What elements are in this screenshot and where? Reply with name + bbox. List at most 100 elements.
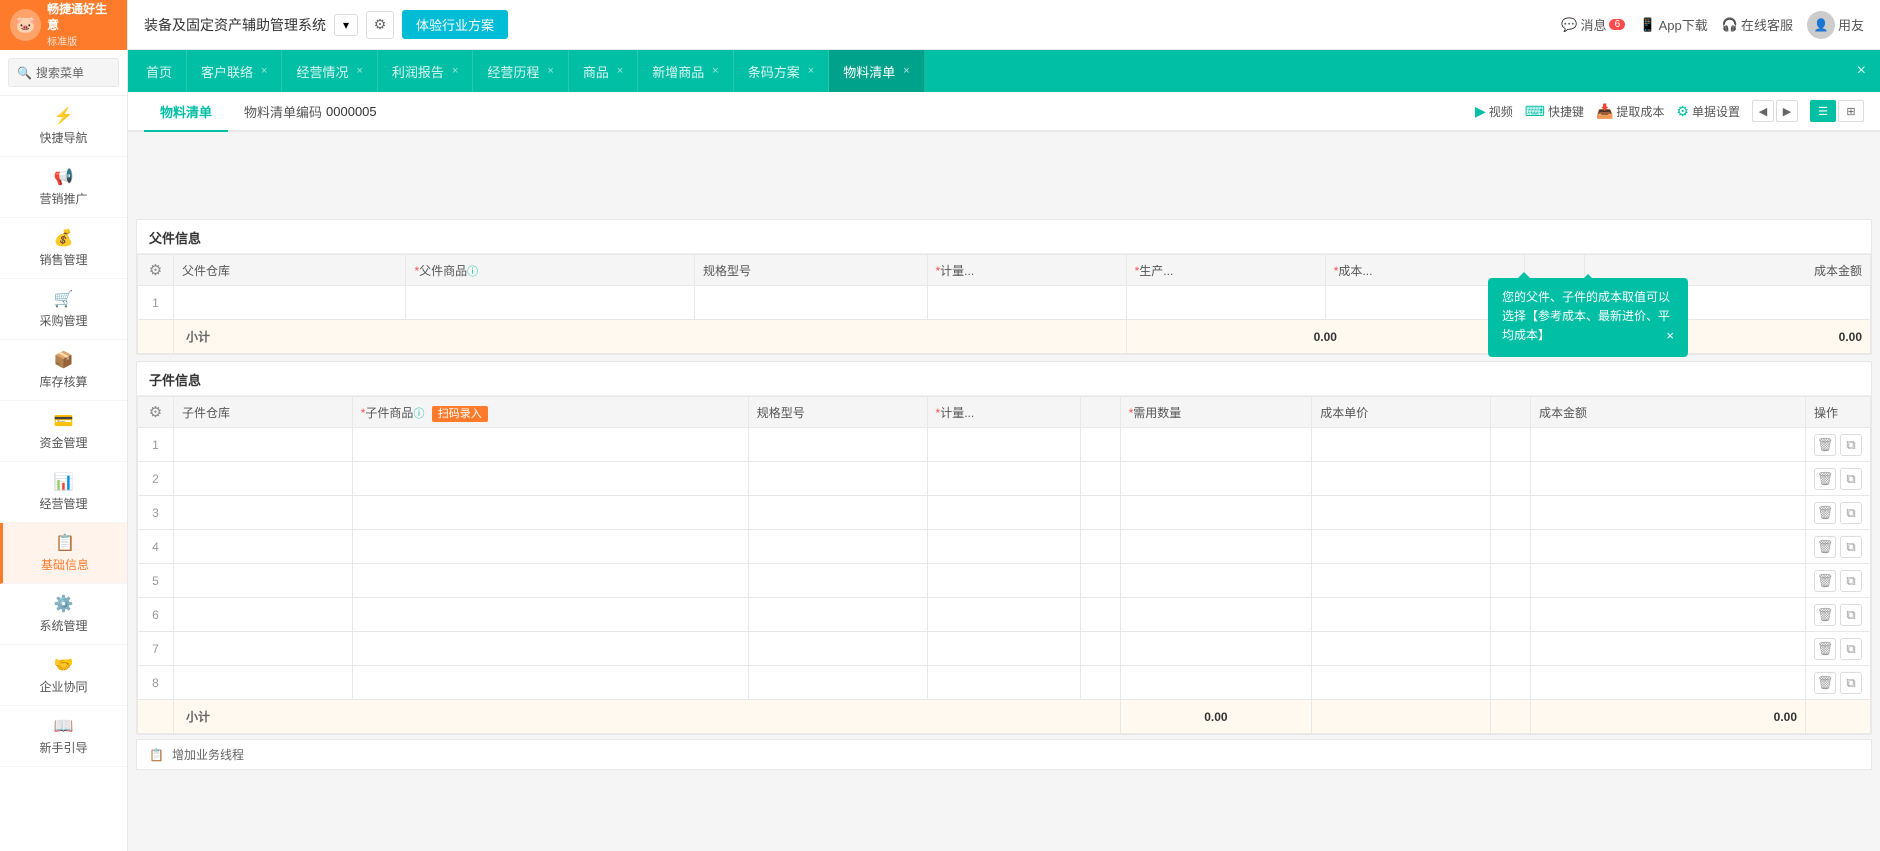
search-button[interactable]: 🔍 搜索菜单 [8,58,119,87]
prev-arrow[interactable]: ◀ [1752,100,1774,122]
copy-button-5[interactable]: ⧉ [1840,570,1862,592]
child-unitcost-6[interactable] [1312,598,1491,632]
child-unitcost-8[interactable] [1312,666,1491,700]
parent-product-1[interactable] [406,286,695,320]
child-spec-5[interactable] [748,564,927,598]
tab-close-new-product[interactable]: × [712,65,718,77]
child-qty-4[interactable] [1120,530,1312,564]
child-unit-5[interactable] [927,564,1080,598]
child-unit-3[interactable] [927,496,1080,530]
tooltip-close-button[interactable]: × [1666,326,1674,347]
settings-button-toolbar[interactable]: ⚙ 单据设置 [1676,103,1740,120]
child-unitcost-1[interactable] [1312,428,1491,462]
child-product-3[interactable] [352,496,748,530]
sidebar-item-kucunhesuan[interactable]: 📦 库存核算 [0,340,127,401]
child-qty-5[interactable] [1120,564,1312,598]
child-unitcost-7[interactable] [1312,632,1491,666]
tab-history[interactable]: 经营历程 × [473,50,568,92]
sidebar-item-caigouguanli[interactable]: 🛒 采购管理 [0,279,127,340]
delete-button-8[interactable]: 🗑 [1814,672,1836,694]
tab-close-barcode[interactable]: × [808,65,814,77]
tab-bom[interactable]: 物料清单 × [829,50,924,92]
sidebar-item-yingxiaotugao[interactable]: 📢 营销推广 [0,157,127,218]
tab-new-product[interactable]: 新增商品 × [638,50,733,92]
sidebar-item-xinshouyindao[interactable]: 📖 新手引导 [0,706,127,767]
message-button[interactable]: 💬 消息 6 [1561,15,1625,34]
child-qty-3[interactable] [1120,496,1312,530]
tab-close-profit[interactable]: × [452,65,458,77]
child-unitcost-4[interactable] [1312,530,1491,564]
grid-view-button[interactable]: ⊞ [1838,100,1864,122]
sidebar-item-jinggyingguanli[interactable]: 📊 经营管理 [0,462,127,523]
copy-button-1[interactable]: ⧉ [1840,434,1862,456]
child-product-7[interactable] [352,632,748,666]
child-product-8[interactable] [352,666,748,700]
delete-button-4[interactable]: 🗑 [1814,536,1836,558]
trial-button[interactable]: 体验行业方案 [402,10,508,39]
settings-col-icon[interactable]: ⚙ [146,261,165,279]
child-product-1[interactable] [352,428,748,462]
settings-button[interactable]: ⚙ [366,11,394,39]
child-qty-1[interactable] [1120,428,1312,462]
child-settings-icon[interactable]: ⚙ [146,403,165,421]
view-button[interactable]: ▶ 视频 [1475,103,1513,120]
child-unitcost-3[interactable] [1312,496,1491,530]
system-dropdown[interactable]: ▾ [334,14,358,36]
child-warehouse-1[interactable] [174,428,353,462]
parent-produce-1[interactable] [1126,286,1325,320]
sidebar-item-kuaijiedaohang[interactable]: ⚡ 快捷导航 [0,96,127,157]
parent-warehouse-1[interactable] [174,286,406,320]
child-warehouse-2[interactable] [174,462,353,496]
delete-button-3[interactable]: 🗑 [1814,502,1836,524]
copy-button-8[interactable]: ⧉ [1840,672,1862,694]
scan-badge[interactable]: 扫码录入 [432,406,488,422]
next-arrow[interactable]: ▶ [1776,100,1798,122]
child-unitcost-5[interactable] [1312,564,1491,598]
delete-button-2[interactable]: 🗑 [1814,468,1836,490]
parent-unit-1[interactable] [927,286,1126,320]
child-spec-8[interactable] [748,666,927,700]
child-product-6[interactable] [352,598,748,632]
sidebar-item-jichuxinxi[interactable]: 📋 基础信息 [0,523,127,584]
child-warehouse-8[interactable] [174,666,353,700]
child-qty-8[interactable] [1120,666,1312,700]
sidebar-item-zijinguanli[interactable]: 💳 资金管理 [0,401,127,462]
user-avatar[interactable]: 👤 用友 [1807,11,1864,39]
tab-business[interactable]: 经营情况 × [282,50,377,92]
copy-button-4[interactable]: ⧉ [1840,536,1862,558]
child-warehouse-4[interactable] [174,530,353,564]
tab-profit[interactable]: 利润报告 × [378,50,473,92]
tab-close-customer[interactable]: × [261,65,267,77]
child-product-4[interactable] [352,530,748,564]
copy-button-6[interactable]: ⧉ [1840,604,1862,626]
child-spec-4[interactable] [748,530,927,564]
child-spec-7[interactable] [748,632,927,666]
list-view-button[interactable]: ☰ [1810,100,1836,122]
child-spec-2[interactable] [748,462,927,496]
child-spec-1[interactable] [748,428,927,462]
child-product-5[interactable] [352,564,748,598]
child-warehouse-3[interactable] [174,496,353,530]
tab-close-product[interactable]: × [617,65,623,77]
online-service-button[interactable]: 🎧 在线客服 [1722,15,1793,34]
copy-button-7[interactable]: ⧉ [1840,638,1862,660]
parent-spec-1[interactable] [695,286,927,320]
app-download-button[interactable]: 📱 App下载 [1639,15,1707,34]
tab-home[interactable]: 首页 [132,50,187,92]
sidebar-item-xiaoshouguanli[interactable]: 💰 销售管理 [0,218,127,279]
delete-button-1[interactable]: 🗑 [1814,434,1836,456]
tab-product[interactable]: 商品 × [569,50,638,92]
child-unit-4[interactable] [927,530,1080,564]
copy-button-3[interactable]: ⧉ [1840,502,1862,524]
child-spec-6[interactable] [748,598,927,632]
child-unitcost-2[interactable] [1312,462,1491,496]
child-warehouse-7[interactable] [174,632,353,666]
delete-button-7[interactable]: 🗑 [1814,638,1836,660]
child-qty-7[interactable] [1120,632,1312,666]
child-unit-7[interactable] [927,632,1080,666]
child-unit-6[interactable] [927,598,1080,632]
child-qty-2[interactable] [1120,462,1312,496]
tab-close-history[interactable]: × [547,65,553,77]
sidebar-item-qiyexietong[interactable]: 🤝 企业协同 [0,645,127,706]
delete-button-6[interactable]: 🗑 [1814,604,1836,626]
